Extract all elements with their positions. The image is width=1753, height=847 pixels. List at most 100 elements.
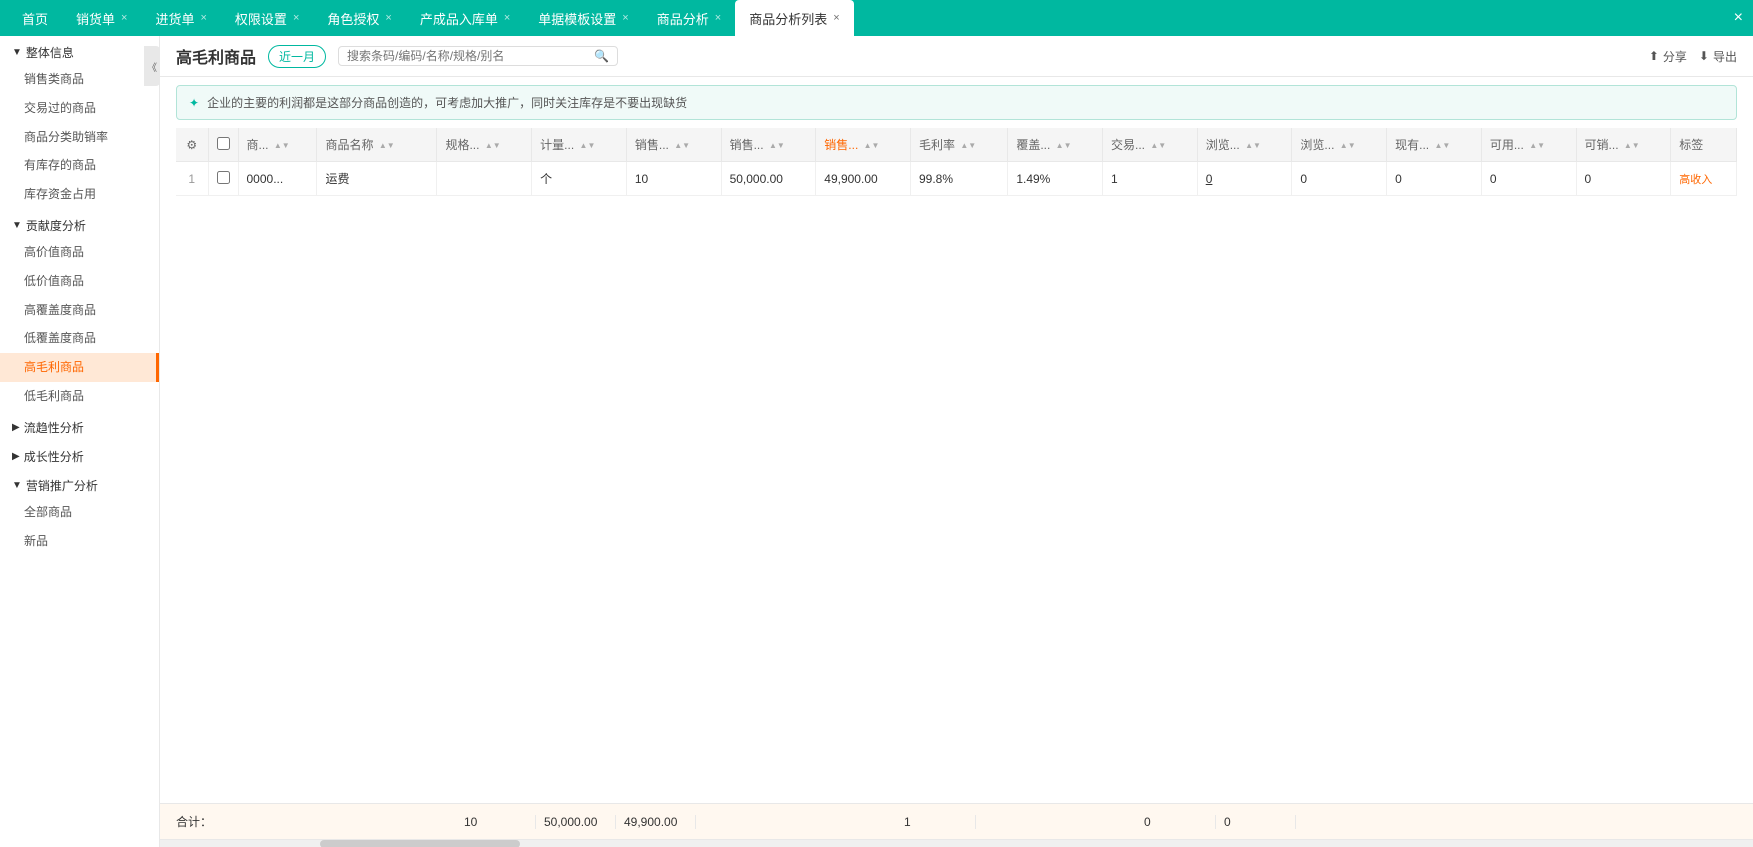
sidebar-group-growth-arrow: ▶ [12, 451, 20, 462]
row-browse2: 0 [1292, 162, 1387, 196]
content-area: 高毛利商品 近一月 🔍 ⬆ 分享 ⬇ 导出 ✦ 企业的主要的利润都是这部分商品创… [160, 36, 1753, 847]
sort-current-stock-icon: ▲▼ [1434, 141, 1450, 150]
sidebar-item-category-sales-rate[interactable]: 商品分类助销率 [0, 123, 159, 152]
table-row: 1 0000... 运费 个 10 50,000.00 49,900.00 99… [176, 162, 1737, 196]
col-spec[interactable]: 规格... ▲▼ [437, 128, 532, 162]
sidebar-group-marketing[interactable]: ▼ 营销推广分析 [0, 469, 159, 498]
select-all-checkbox[interactable] [217, 137, 230, 150]
nav-sales-order[interactable]: 销货单 × [62, 0, 141, 36]
sort-saleable-icon: ▲▼ [1624, 141, 1640, 150]
sidebar-item-stock-capital[interactable]: 库存资金占用 [0, 180, 159, 209]
sidebar-item-high-margin[interactable]: 高毛利商品 [0, 353, 159, 382]
footer-label: 合计： [176, 813, 256, 830]
sort-unit-icon: ▲▼ [580, 141, 596, 150]
export-button[interactable]: ⬇ 导出 [1699, 48, 1737, 65]
sort-gross-margin-icon: ▲▼ [960, 141, 976, 150]
nav-product-analysis-list[interactable]: 商品分析列表 × [735, 0, 853, 36]
sidebar-item-new-goods[interactable]: 新品 [0, 527, 159, 556]
row-checkbox-cell[interactable] [208, 162, 238, 196]
data-table: ⚙ 商... ▲▼ 商品名称 ▲▼ [176, 128, 1737, 196]
col-gross-margin[interactable]: 毛利率 ▲▼ [910, 128, 1007, 162]
col-sales-qty[interactable]: 销售... ▲▼ [626, 128, 721, 162]
row-coverage: 1.49% [1008, 162, 1103, 196]
nav-close-permission[interactable]: × [293, 12, 299, 24]
row-checkbox[interactable] [217, 171, 230, 184]
col-available[interactable]: 可用... ▲▼ [1481, 128, 1576, 162]
top-nav: 首页 销货单 × 进货单 × 权限设置 × 角色授权 × 产成品入库单 × 单据… [0, 0, 1753, 36]
nav-role-auth[interactable]: 角色授权 × [313, 0, 405, 36]
nav-close-inbound[interactable]: × [504, 12, 510, 24]
nav-close-role[interactable]: × [385, 12, 391, 24]
col-browse2[interactable]: 浏览... ▲▼ [1292, 128, 1387, 162]
nav-template-settings[interactable]: 单据模板设置 × [524, 0, 642, 36]
sidebar-group-overall[interactable]: ▼ 整体信息 [0, 36, 159, 65]
col-checkbox[interactable] [208, 128, 238, 162]
sidebar-item-high-coverage[interactable]: 高覆盖度商品 [0, 296, 159, 325]
nav-purchase-order[interactable]: 进货单 × [141, 0, 220, 36]
col-unit[interactable]: 计量... ▲▼ [532, 128, 627, 162]
sidebar-item-low-value[interactable]: 低价值商品 [0, 267, 159, 296]
sidebar-item-low-margin[interactable]: 低毛利商品 [0, 382, 159, 411]
row-sales-qty: 10 [626, 162, 721, 196]
col-current-stock[interactable]: 现有... ▲▼ [1387, 128, 1482, 162]
nav-close-sales[interactable]: × [121, 12, 127, 24]
row-gross-margin: 99.8% [910, 162, 1007, 196]
col-sales-cost[interactable]: 销售... ▲▼ [816, 128, 911, 162]
nav-close-template[interactable]: × [622, 12, 628, 24]
sidebar-group-contribution[interactable]: ▼ 贡献度分析 [0, 209, 159, 238]
sidebar-item-low-coverage[interactable]: 低覆盖度商品 [0, 324, 159, 353]
row-num: 1 [176, 162, 208, 196]
sidebar-item-high-value[interactable]: 高价值商品 [0, 238, 159, 267]
col-coverage[interactable]: 覆盖... ▲▼ [1008, 128, 1103, 162]
sidebar-group-marketing-arrow: ▼ [12, 480, 22, 491]
col-browse1[interactable]: 浏览... ▲▼ [1197, 128, 1292, 162]
nav-close-all-button[interactable]: × [1734, 9, 1743, 27]
nav-permission-settings[interactable]: 权限设置 × [221, 0, 313, 36]
sort-coverage-icon: ▲▼ [1056, 141, 1072, 150]
sort-sales-qty-icon: ▲▼ [674, 141, 690, 150]
col-settings[interactable]: ⚙ [176, 128, 208, 162]
row-spec [437, 162, 532, 196]
sort-browse2-icon: ▲▼ [1340, 141, 1356, 150]
nav-close-analysis-list[interactable]: × [833, 12, 839, 24]
table-header-row: ⚙ 商... ▲▼ 商品名称 ▲▼ [176, 128, 1737, 162]
col-saleable[interactable]: 可销... ▲▼ [1576, 128, 1671, 162]
nav-product-inbound[interactable]: 产成品入库单 × [406, 0, 524, 36]
sidebar-group-growth[interactable]: ▶ 成长性分析 [0, 440, 159, 469]
nav-home[interactable]: 首页 [8, 0, 62, 36]
sidebar-item-sales-goods[interactable]: 销售类商品 [0, 65, 159, 94]
search-icon[interactable]: 🔍 [594, 49, 609, 63]
share-icon: ⬆ [1649, 49, 1659, 63]
sort-name-icon: ▲▼ [379, 141, 395, 150]
bottom-scrollbar-thumb[interactable] [320, 840, 520, 847]
row-sales-amount: 50,000.00 [721, 162, 816, 196]
bottom-scrollbar[interactable] [160, 839, 1753, 847]
sidebar-item-in-stock-goods[interactable]: 有库存的商品 [0, 151, 159, 180]
table-container[interactable]: ⚙ 商... ▲▼ 商品名称 ▲▼ [160, 128, 1753, 803]
sidebar-collapse-button[interactable]: 《 [144, 46, 160, 86]
sidebar-group-overall-arrow: ▼ [12, 47, 22, 58]
main-layout: 《 ▼ 整体信息 销售类商品 交易过的商品 商品分类助销率 有库存的商品 库存资… [0, 36, 1753, 847]
row-unit: 个 [532, 162, 627, 196]
col-transaction[interactable]: 交易... ▲▼ [1103, 128, 1198, 162]
nav-close-purchase[interactable]: × [200, 12, 206, 24]
col-sales-amount[interactable]: 销售... ▲▼ [721, 128, 816, 162]
nav-close-analysis[interactable]: × [715, 12, 721, 24]
sidebar-group-contribution-arrow: ▼ [12, 220, 22, 231]
search-input[interactable] [347, 49, 594, 63]
sort-sales-cost-icon: ▲▼ [864, 141, 880, 150]
sort-available-icon: ▲▼ [1529, 141, 1545, 150]
filter-recent-month-button[interactable]: 近一月 [268, 45, 326, 68]
nav-product-analysis[interactable]: 商品分析 × [643, 0, 735, 36]
row-browse1[interactable]: 0 [1197, 162, 1292, 196]
col-tag[interactable]: 标签 [1671, 128, 1737, 162]
col-code[interactable]: 商... ▲▼ [238, 128, 317, 162]
sidebar-group-trend[interactable]: ▶ 流趋性分析 [0, 411, 159, 440]
sidebar: 《 ▼ 整体信息 销售类商品 交易过的商品 商品分类助销率 有库存的商品 库存资… [0, 36, 160, 847]
sidebar-item-traded-goods[interactable]: 交易过的商品 [0, 94, 159, 123]
share-button[interactable]: ⬆ 分享 [1649, 48, 1687, 65]
sidebar-item-all-goods[interactable]: 全部商品 [0, 498, 159, 527]
info-banner: ✦ 企业的主要的利润都是这部分商品创造的，可考虑加大推广，同时关注库存是不要出现… [176, 85, 1737, 120]
page-title: 高毛利商品 [176, 44, 256, 68]
col-name[interactable]: 商品名称 ▲▼ [317, 128, 437, 162]
